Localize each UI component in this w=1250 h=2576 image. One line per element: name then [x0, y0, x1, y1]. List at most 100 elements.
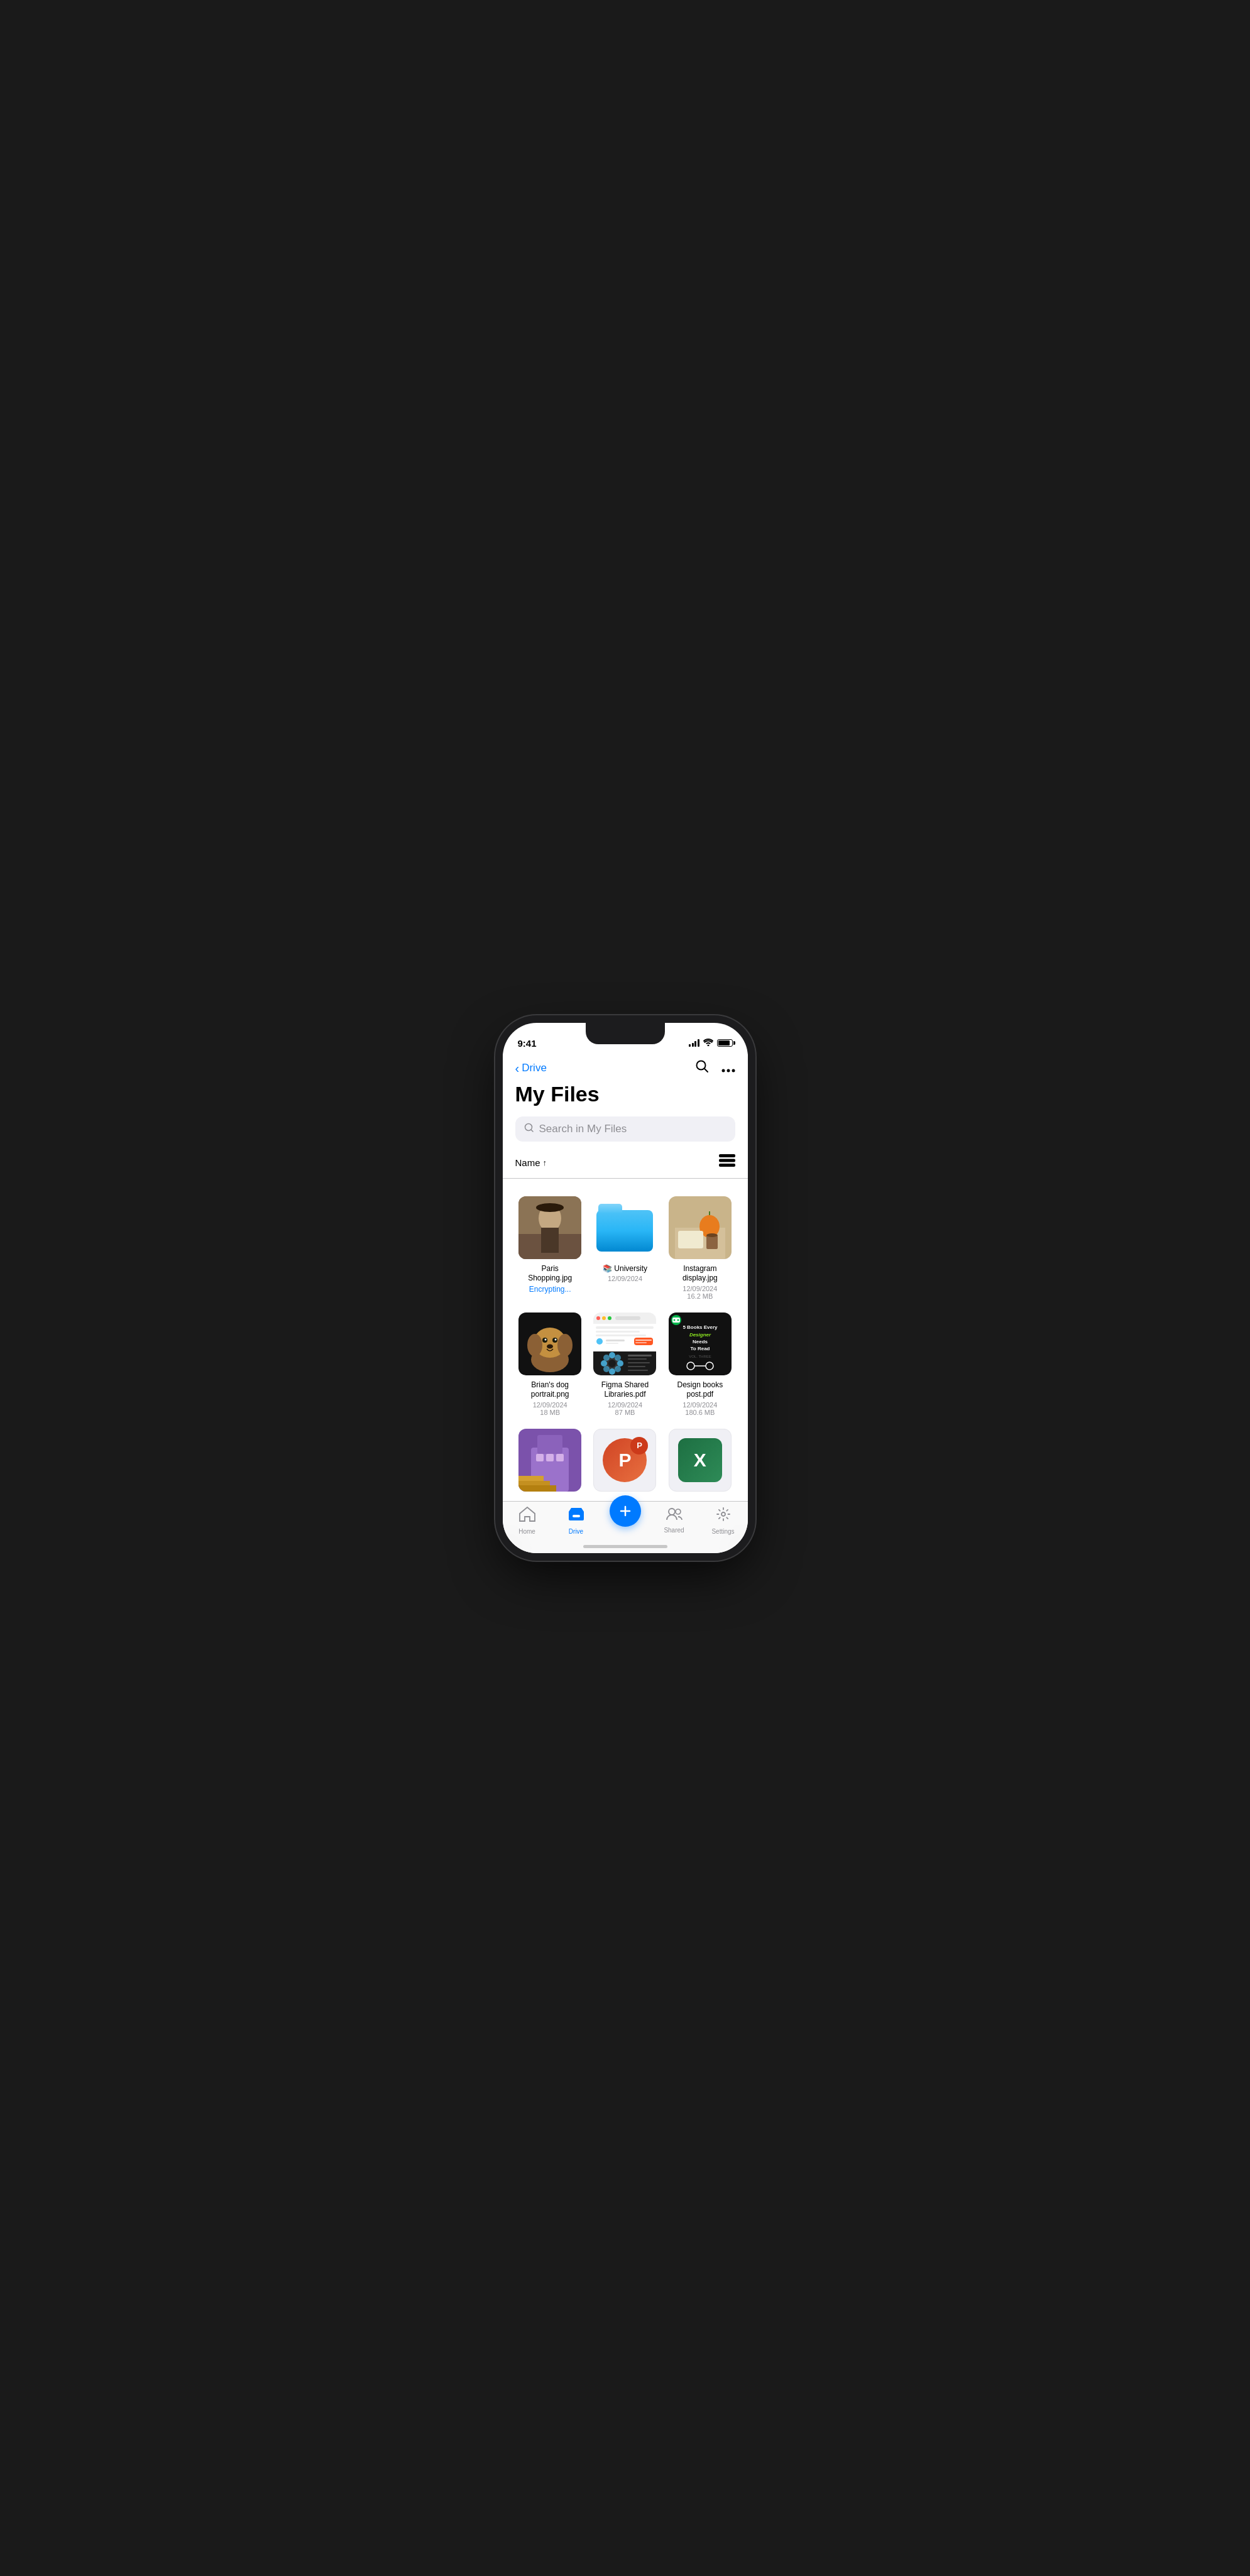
file-name: Design bookspost.pdf	[677, 1380, 723, 1400]
chevron-left-icon: ‹	[515, 1062, 520, 1074]
tab-drive-label: Drive	[569, 1528, 583, 1535]
file-date: 12/09/2024	[683, 1401, 717, 1409]
svg-rect-5	[719, 1154, 735, 1157]
file-item-excel[interactable]: X	[662, 1424, 737, 1501]
back-button[interactable]: ‹ Drive	[515, 1062, 547, 1074]
svg-rect-43	[634, 1338, 653, 1345]
svg-point-49	[609, 1352, 615, 1358]
file-name: Brian's dogportrait.png	[531, 1380, 569, 1400]
page-title: My Files	[503, 1079, 748, 1116]
sort-label-text: Name	[515, 1157, 540, 1168]
svg-text:5 Books Every: 5 Books Every	[683, 1324, 718, 1330]
svg-point-53	[603, 1355, 610, 1361]
svg-point-52	[617, 1360, 623, 1367]
file-size: 18 MB	[540, 1409, 560, 1416]
file-name: Figma SharedLibraries.pdf	[601, 1380, 649, 1400]
home-indicator	[583, 1545, 667, 1548]
encrypting-status: Encrypting...	[529, 1285, 571, 1294]
file-item-powerpoint[interactable]: P P	[588, 1424, 662, 1501]
svg-rect-61	[628, 1370, 648, 1371]
svg-point-56	[615, 1366, 621, 1372]
tab-settings[interactable]: Settings	[704, 1507, 742, 1535]
svg-point-25	[557, 1334, 573, 1356]
svg-point-55	[603, 1366, 610, 1372]
phone-frame: 9:41	[503, 1023, 748, 1553]
svg-rect-39	[596, 1334, 646, 1336]
svg-point-34	[602, 1316, 606, 1320]
file-size: 180.6 MB	[685, 1409, 715, 1416]
file-thumb-dog	[518, 1313, 581, 1375]
sort-name-button[interactable]: Name ↑	[515, 1157, 547, 1168]
signal-icon	[689, 1039, 699, 1047]
svg-rect-57	[628, 1355, 652, 1356]
search-placeholder: Search in My Files	[539, 1123, 627, 1135]
svg-rect-19	[706, 1235, 718, 1249]
wifi-icon	[703, 1039, 713, 1048]
file-item-design-books[interactable]: 5 Books Every Designer Needs To Read VOL…	[662, 1307, 737, 1424]
svg-rect-6	[719, 1159, 735, 1162]
file-thumb-books: 5 Books Every Designer Needs To Read VOL…	[669, 1313, 732, 1375]
svg-rect-58	[628, 1358, 647, 1360]
svg-point-85	[669, 1509, 675, 1515]
file-item-paris-shopping[interactable]: ParisShopping.jpg Encrypting...	[513, 1191, 588, 1307]
notch	[586, 1023, 665, 1044]
battery-icon	[717, 1039, 733, 1047]
file-name: 📚 University	[603, 1264, 647, 1274]
search-button[interactable]	[695, 1059, 709, 1077]
svg-text:VOL. THREE: VOL. THREE	[689, 1355, 711, 1358]
svg-rect-37	[596, 1326, 654, 1329]
svg-rect-84	[573, 1515, 580, 1517]
tab-shared-label: Shared	[664, 1527, 684, 1534]
file-thumb-figma	[593, 1313, 656, 1375]
drive-icon	[567, 1507, 585, 1525]
svg-rect-60	[628, 1366, 645, 1367]
svg-point-40	[596, 1338, 603, 1345]
svg-point-3	[732, 1069, 735, 1072]
settings-icon	[716, 1507, 731, 1525]
home-icon	[519, 1507, 535, 1525]
svg-point-86	[676, 1509, 681, 1514]
file-item-instagram[interactable]: Instagramdisplay.jpg 12/09/2024 16.2 MB	[662, 1191, 737, 1307]
view-toggle-button[interactable]	[719, 1154, 735, 1171]
svg-rect-11	[541, 1228, 559, 1253]
svg-point-73	[673, 1319, 675, 1321]
sort-arrow-icon: ↑	[543, 1158, 547, 1167]
file-item-brians-dog[interactable]: Brian's dogportrait.png 12/09/2024 18 MB	[513, 1307, 588, 1424]
more-button[interactable]	[721, 1060, 735, 1076]
svg-rect-13	[542, 1204, 557, 1210]
sort-bar: Name ↑	[503, 1152, 748, 1178]
tab-home-label: Home	[518, 1528, 535, 1535]
file-thumb-building	[518, 1429, 581, 1492]
nav-bar: ‹ Drive	[503, 1054, 748, 1079]
svg-rect-59	[628, 1362, 650, 1363]
search-bar[interactable]: Search in My Files	[515, 1116, 735, 1142]
svg-rect-45	[635, 1342, 647, 1343]
tab-shared[interactable]: Shared	[655, 1507, 693, 1534]
file-item-building[interactable]	[513, 1424, 588, 1501]
svg-point-30	[547, 1344, 553, 1348]
shared-icon	[666, 1507, 683, 1524]
svg-rect-80	[556, 1454, 564, 1461]
svg-point-74	[677, 1319, 679, 1321]
svg-point-29	[555, 1338, 557, 1340]
svg-rect-77	[537, 1435, 562, 1454]
nav-back-label: Drive	[522, 1062, 547, 1074]
tab-home[interactable]: Home	[508, 1507, 546, 1535]
svg-rect-36	[615, 1316, 640, 1320]
tab-settings-label: Settings	[711, 1528, 734, 1535]
search-icon	[524, 1123, 534, 1135]
file-thumb-university	[593, 1196, 656, 1259]
add-button[interactable]	[610, 1495, 641, 1527]
svg-text:To Read: To Read	[690, 1346, 710, 1351]
main-content: ‹ Drive My	[503, 1054, 748, 1501]
svg-rect-42	[606, 1343, 618, 1344]
file-item-university[interactable]: 📚 University 12/09/2024	[588, 1191, 662, 1307]
files-grid: ParisShopping.jpg Encrypting... 📚 Univer…	[503, 1179, 748, 1502]
file-item-figma[interactable]: Figma SharedLibraries.pdf 12/09/2024 87 …	[588, 1307, 662, 1424]
svg-point-48	[608, 1360, 616, 1367]
svg-rect-41	[606, 1340, 625, 1341]
tab-drive[interactable]: Drive	[557, 1507, 595, 1535]
svg-point-87	[721, 1512, 725, 1516]
svg-rect-7	[719, 1164, 735, 1167]
tab-add[interactable]	[606, 1500, 644, 1527]
